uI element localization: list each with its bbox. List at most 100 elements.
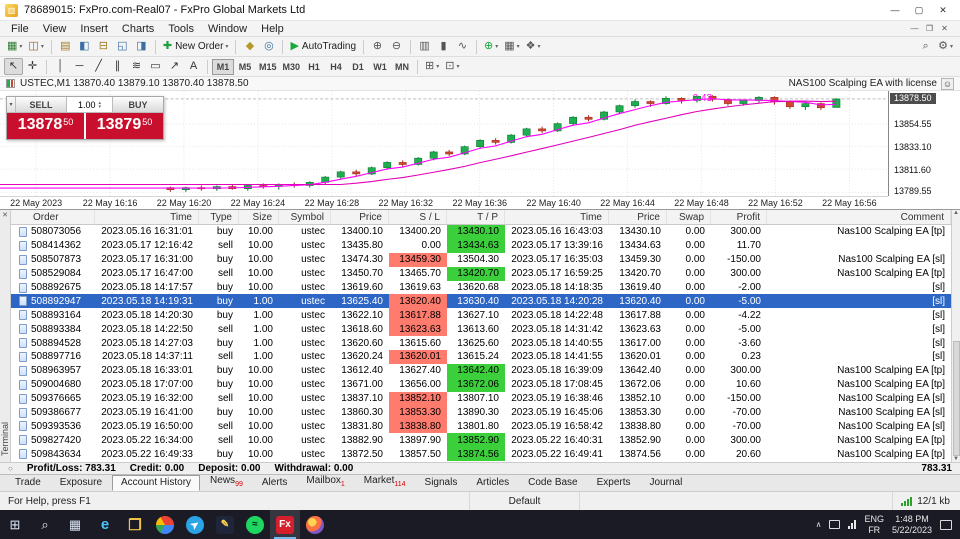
volume-spinner[interactable]: ▴ ▾: [99, 100, 102, 109]
maximize-button[interactable]: ▢: [907, 2, 931, 19]
column-header-time[interactable]: Time: [95, 210, 199, 224]
status-profile[interactable]: Default: [470, 492, 580, 510]
timeframe-h4[interactable]: H4: [325, 59, 347, 75]
browser-icon[interactable]: [300, 510, 330, 539]
column-header-s-l[interactable]: S / L: [389, 210, 447, 224]
data-window-icon[interactable]: ◧: [75, 38, 94, 55]
sell-button[interactable]: SELL: [16, 97, 67, 112]
history-row[interactable]: 509827420 2023.05.22 16:34:00 sell 10.00 ust…: [11, 433, 951, 448]
text-label-icon[interactable]: A: [184, 58, 203, 75]
price-axis[interactable]: 13878.50 13854.55 13833.10 13811.60 13789.5…: [888, 91, 960, 196]
bar-chart-type-icon[interactable]: ▥: [415, 38, 434, 55]
tab-code-base[interactable]: Code Base: [519, 475, 586, 491]
history-row[interactable]: 509843634 2023.05.22 16:49:33 buy 10.00 uste…: [11, 447, 951, 462]
history-row[interactable]: 508963957 2023.05.18 16:33:01 buy 10.00 uste…: [11, 363, 951, 378]
horizontal-line-icon[interactable]: ─: [70, 58, 89, 75]
plugins-icon[interactable]: ⚙ ▾: [935, 38, 956, 55]
column-header-comment[interactable]: Comment: [767, 210, 951, 224]
new-order-button[interactable]: ✚ New Order ▾: [160, 38, 232, 55]
menu-window[interactable]: Window: [201, 23, 254, 35]
language-indicator[interactable]: ENG FR: [864, 514, 884, 535]
fibonacci-icon[interactable]: ≋: [127, 58, 146, 75]
search-icon[interactable]: ⌕: [916, 38, 935, 55]
timeframe-m5[interactable]: M5: [234, 59, 256, 75]
taskbar-search-icon[interactable]: ⌕: [30, 510, 60, 539]
expert-advisors-icon[interactable]: ◎: [259, 38, 278, 55]
grid-settings-icon[interactable]: ⊞ ▾: [422, 58, 442, 75]
arrows-icon[interactable]: ↗: [165, 58, 184, 75]
timeframes-menu-icon[interactable]: ▦ ▾: [501, 38, 522, 55]
history-row[interactable]: 509004680 2023.05.18 17:07:00 buy 10.00 uste…: [11, 377, 951, 392]
chart-plot[interactable]: 0.43 ▾ SELL 1.00 ▴ ▾ BUY 13878 50 13879 …: [0, 91, 888, 196]
zoom-in-icon[interactable]: ⊕: [368, 38, 387, 55]
tab-journal[interactable]: Journal: [641, 475, 692, 491]
one-click-collapse-icon[interactable]: ▾: [7, 97, 16, 112]
column-header-symbol[interactable]: Symbol: [279, 210, 331, 224]
indicators-icon[interactable]: ⊕ ▾: [481, 38, 501, 55]
history-row[interactable]: 508892675 2023.05.18 14:17:57 buy 10.00 uste…: [11, 281, 951, 295]
vertical-line-icon[interactable]: │: [51, 58, 70, 75]
trendline-icon[interactable]: ╱: [89, 58, 108, 75]
buy-price-button[interactable]: 13879 50: [84, 113, 163, 139]
network-icon[interactable]: [848, 520, 857, 529]
column-header-t-p[interactable]: T / P: [447, 210, 505, 224]
tab-articles[interactable]: Articles: [467, 475, 518, 491]
zoom-out-icon[interactable]: ⊖: [387, 38, 406, 55]
history-row[interactable]: 509376665 2023.05.19 16:32:00 sell 10.00 ust…: [11, 391, 951, 406]
timeframe-w1[interactable]: W1: [369, 59, 391, 75]
history-row[interactable]: 508529084 2023.05.17 16:47:00 sell 10.00 ust…: [11, 266, 951, 281]
scrollbar-thumb[interactable]: [952, 341, 960, 456]
tab-account-history[interactable]: Account History: [112, 475, 201, 491]
profiles-icon[interactable]: ◫ ▾: [25, 38, 46, 55]
chart-minimize-button[interactable]: —: [907, 24, 922, 33]
tray-chevron-icon[interactable]: ∧: [816, 520, 822, 529]
shapes-icon[interactable]: ▭: [146, 58, 165, 75]
ea-smiley-icon[interactable]: ☺: [941, 77, 954, 90]
timeframe-mn[interactable]: MN: [391, 59, 413, 75]
chrome-icon[interactable]: [150, 510, 180, 539]
menu-file[interactable]: File: [4, 23, 36, 35]
column-header-swap[interactable]: Swap: [667, 210, 711, 224]
scroll-up-icon[interactable]: ▲: [953, 210, 959, 216]
tab-experts[interactable]: Experts: [588, 475, 640, 491]
templates-icon[interactable]: ❖ ▾: [523, 38, 544, 55]
tab-news[interactable]: News99: [201, 473, 252, 491]
buy-button[interactable]: BUY: [113, 97, 163, 112]
tab-mailbox[interactable]: Mailbox1: [297, 473, 353, 491]
menu-tools[interactable]: Tools: [161, 23, 201, 35]
history-row[interactable]: 508892947 2023.05.18 14:19:31 buy 1.00 ustec…: [11, 294, 951, 309]
tab-alerts[interactable]: Alerts: [253, 475, 297, 491]
history-row[interactable]: 508507873 2023.05.17 16:31:00 buy 10.00 uste…: [11, 252, 951, 267]
minimize-button[interactable]: —: [883, 2, 907, 19]
candle-chart-type-icon[interactable]: ▮: [434, 38, 453, 55]
terminal-close-icon[interactable]: ✕: [2, 210, 8, 221]
tab-signals[interactable]: Signals: [416, 475, 467, 491]
column-header-type[interactable]: Type: [199, 210, 239, 224]
chart-restore-button[interactable]: ❐: [922, 24, 937, 33]
history-row[interactable]: 508894528 2023.05.18 14:27:03 buy 1.00 ustec…: [11, 336, 951, 350]
volume-input[interactable]: 1.00 ▴ ▾: [67, 97, 113, 112]
history-row[interactable]: 509386677 2023.05.19 16:41:00 buy 10.00 uste…: [11, 405, 951, 420]
tab-exposure[interactable]: Exposure: [51, 475, 111, 491]
action-center-icon[interactable]: [940, 519, 952, 530]
telegram-icon[interactable]: ➤: [180, 510, 210, 539]
history-row[interactable]: 508897716 2023.05.18 14:37:11 sell 1.00 uste…: [11, 350, 951, 364]
spotify-icon[interactable]: ≈: [240, 510, 270, 539]
metaeditor-icon[interactable]: ◆: [240, 38, 259, 55]
history-row[interactable]: 508414362 2023.05.17 12:16:42 sell 10.00 ust…: [11, 238, 951, 253]
start-button[interactable]: ⊞: [0, 510, 30, 539]
column-header-price[interactable]: Price: [331, 210, 389, 224]
history-row[interactable]: 508893164 2023.05.18 14:20:30 buy 1.00 ustec…: [11, 308, 951, 323]
column-header-order[interactable]: Order: [11, 210, 95, 224]
menu-charts[interactable]: Charts: [115, 23, 161, 35]
timeframe-m15[interactable]: M15: [256, 59, 280, 75]
timeframe-m30[interactable]: M30: [280, 59, 304, 75]
time-axis[interactable]: 22 May 2023 22 May 16:16 22 May 16:20 22 Ma…: [0, 196, 888, 209]
table-scrollbar[interactable]: ▲ ▼: [951, 210, 960, 462]
edge-icon[interactable]: e: [90, 510, 120, 539]
chart-close-button[interactable]: ✕: [937, 24, 952, 33]
menu-help[interactable]: Help: [254, 23, 291, 35]
tab-market[interactable]: Market114: [355, 473, 415, 491]
history-row[interactable]: 508893384 2023.05.18 14:22:50 sell 1.00 uste…: [11, 322, 951, 337]
close-button[interactable]: ✕: [931, 2, 955, 19]
